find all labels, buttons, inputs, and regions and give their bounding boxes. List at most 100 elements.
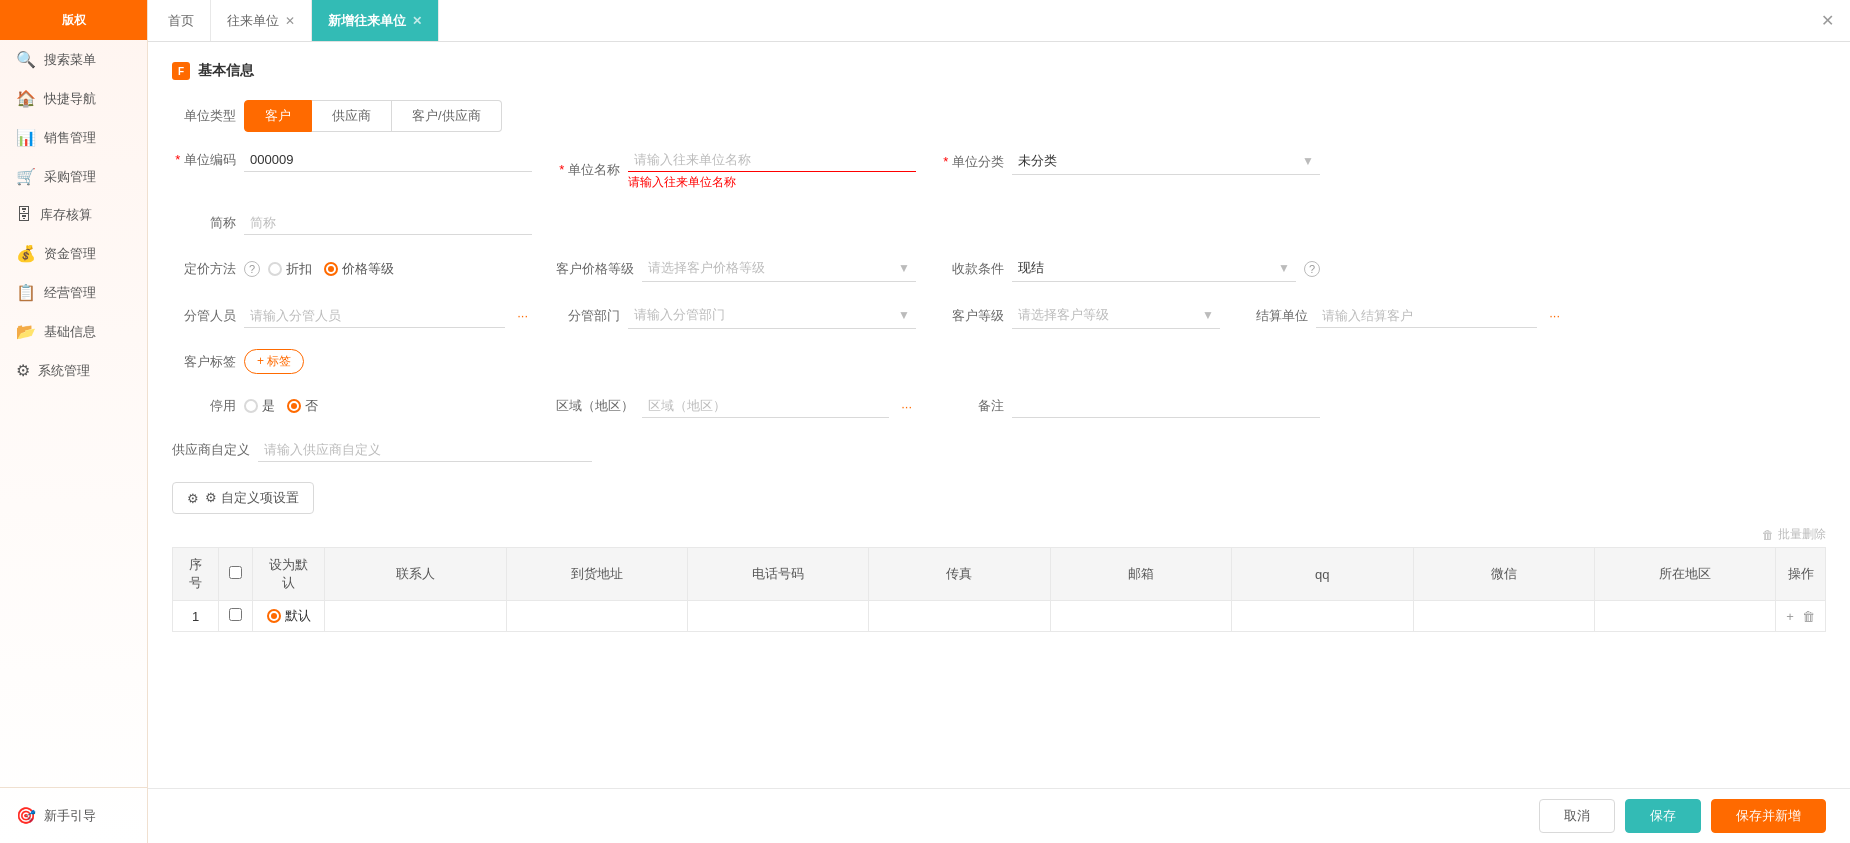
row-select-checkbox[interactable] [229,608,242,621]
row-region[interactable] [1594,601,1775,632]
remarks-field: 备注 [940,394,1320,418]
chevron-down-icon: ▼ [1202,308,1214,322]
sidebar-item-basic-info[interactable]: 📂 基础信息 [0,312,147,351]
operations-icon: 📋 [16,283,36,302]
finance-icon: 💰 [16,244,36,263]
tab-close-all-button[interactable]: ✕ [1809,11,1846,30]
pricing-help-icon[interactable]: ? [244,261,260,277]
tab-counterparty[interactable]: 往来单位 ✕ [211,0,312,41]
customer-price-level-select[interactable]: 请选择客户价格等级 ▼ [642,255,916,282]
row-contact[interactable] [325,601,506,632]
sidebar-item-quick-nav[interactable]: 🏠 快捷导航 [0,79,147,118]
unit-type-buttons: 客户 供应商 客户/供应商 [244,100,502,132]
type-btn-supplier[interactable]: 供应商 [312,100,392,132]
tab-counterparty-close[interactable]: ✕ [285,14,295,28]
section-title: 基本信息 [198,62,254,80]
wechat-input[interactable] [1424,609,1584,624]
select-all-checkbox[interactable] [229,566,242,579]
row-fax[interactable] [869,601,1050,632]
contact-input[interactable] [335,609,495,624]
col-phone: 电话号码 [687,548,868,601]
pricing-option-price-level[interactable]: 价格等级 [324,260,394,278]
pricing-row: 定价方法 ? 折扣 价格等级 客户价格等级 请选择客户价格等级 [172,255,1826,282]
disabled-no[interactable]: 否 [287,397,318,415]
delete-row-button[interactable]: 🗑 [1802,609,1815,624]
payment-terms-help-icon[interactable]: ? [1304,261,1320,277]
row-email[interactable] [1050,601,1231,632]
sidebar-logo: 版权 [0,0,147,40]
add-row-button[interactable]: + [1786,609,1794,624]
main-content: 首页 往来单位 ✕ 新增往来单位 ✕ ✕ F 基本信息 单位类型 客户 供应商 … [148,0,1850,843]
basic-info-icon: 📂 [16,322,36,341]
row-qq[interactable] [1232,601,1413,632]
cancel-button[interactable]: 取消 [1539,799,1615,833]
sidebar-item-label: 搜索菜单 [44,51,96,69]
sidebar-item-search[interactable]: 🔍 搜索菜单 [0,40,147,79]
radio-price-level [324,262,338,276]
pricing-option-discount[interactable]: 折扣 [268,260,312,278]
col-action: 操作 [1776,548,1826,601]
batch-delete-button[interactable]: 🗑 批量删除 [172,526,1826,543]
chevron-down-icon: ▼ [898,261,910,275]
payment-terms-select[interactable]: 现结 ▼ [1012,255,1296,282]
col-checkbox[interactable] [219,548,253,601]
phone-input[interactable] [698,609,858,624]
form-footer: 取消 保存 保存并新增 [148,788,1850,843]
unit-category-select[interactable]: 未分类 ▼ [1012,148,1320,175]
region-more-button[interactable]: ··· [897,399,916,414]
tab-home[interactable]: 首页 [152,0,211,41]
add-tag-button[interactable]: + 标签 [244,349,304,374]
col-email: 邮箱 [1050,548,1231,601]
sidebar-item-system[interactable]: ⚙ 系统管理 [0,351,147,390]
short-name-row: 简称 [172,211,1826,235]
customer-level-select[interactable]: 请选择客户等级 ▼ [1012,302,1220,329]
save-and-new-button[interactable]: 保存并新增 [1711,799,1826,833]
address-input[interactable] [517,609,677,624]
sidebar-item-inventory[interactable]: 🗄 库存核算 [0,196,147,234]
default-radio[interactable] [267,609,281,623]
row-address[interactable] [506,601,687,632]
sidebar-item-label: 采购管理 [44,168,96,186]
type-btn-both[interactable]: 客户/供应商 [392,100,502,132]
unit-name-input[interactable] [628,148,916,172]
row-wechat[interactable] [1413,601,1594,632]
custom-settings-button[interactable]: ⚙ ⚙ 自定义项设置 [172,482,314,514]
sidebar-item-sales[interactable]: 📊 销售管理 [0,118,147,157]
disabled-yes[interactable]: 是 [244,397,275,415]
short-name-input[interactable] [244,211,532,235]
department-select[interactable]: 请输入分管部门 ▼ [628,302,916,329]
qq-input[interactable] [1242,609,1402,624]
disabled-radio: 是 否 [244,397,318,415]
tab-new-counterparty-close[interactable]: ✕ [412,14,422,28]
row-default[interactable]: 默认 [253,601,325,632]
payment-terms-label: 收款条件 [940,260,1004,278]
save-button[interactable]: 保存 [1625,799,1701,833]
region-input[interactable] [642,394,889,418]
unit-code-input[interactable] [244,148,532,172]
section-icon: F [172,62,190,80]
row-phone[interactable] [687,601,868,632]
tab-new-counterparty[interactable]: 新增往来单位 ✕ [312,0,439,41]
fax-input[interactable] [879,609,1039,624]
row-region-input[interactable] [1605,609,1765,624]
pricing-method-radio: 折扣 价格等级 [268,260,394,278]
settlement-unit-input[interactable] [1316,304,1537,328]
department-field: 分管部门 请输入分管部门 ▼ [556,302,916,329]
sidebar-item-finance[interactable]: 💰 资金管理 [0,234,147,273]
type-btn-customer[interactable]: 客户 [244,100,312,132]
inventory-icon: 🗄 [16,206,32,224]
manager-input[interactable] [244,304,505,328]
settlement-unit-more-button[interactable]: ··· [1545,308,1564,323]
supplier-custom-input[interactable] [258,438,592,462]
email-input[interactable] [1061,609,1221,624]
sidebar-item-operations[interactable]: 📋 经营管理 [0,273,147,312]
disabled-region-row: 停用 是 否 区域（地区） ··· [172,394,1826,418]
pricing-method-field: 定价方法 ? 折扣 价格等级 [172,260,532,278]
manager-more-button[interactable]: ··· [513,308,532,323]
remarks-input[interactable] [1012,394,1320,418]
sidebar-item-purchase[interactable]: 🛒 采购管理 [0,157,147,196]
sidebar-item-guide[interactable]: 🎯 新手引导 [0,796,147,835]
row-checkbox[interactable] [219,601,253,632]
sidebar-item-label: 快捷导航 [44,90,96,108]
sidebar-item-label: 销售管理 [44,129,96,147]
